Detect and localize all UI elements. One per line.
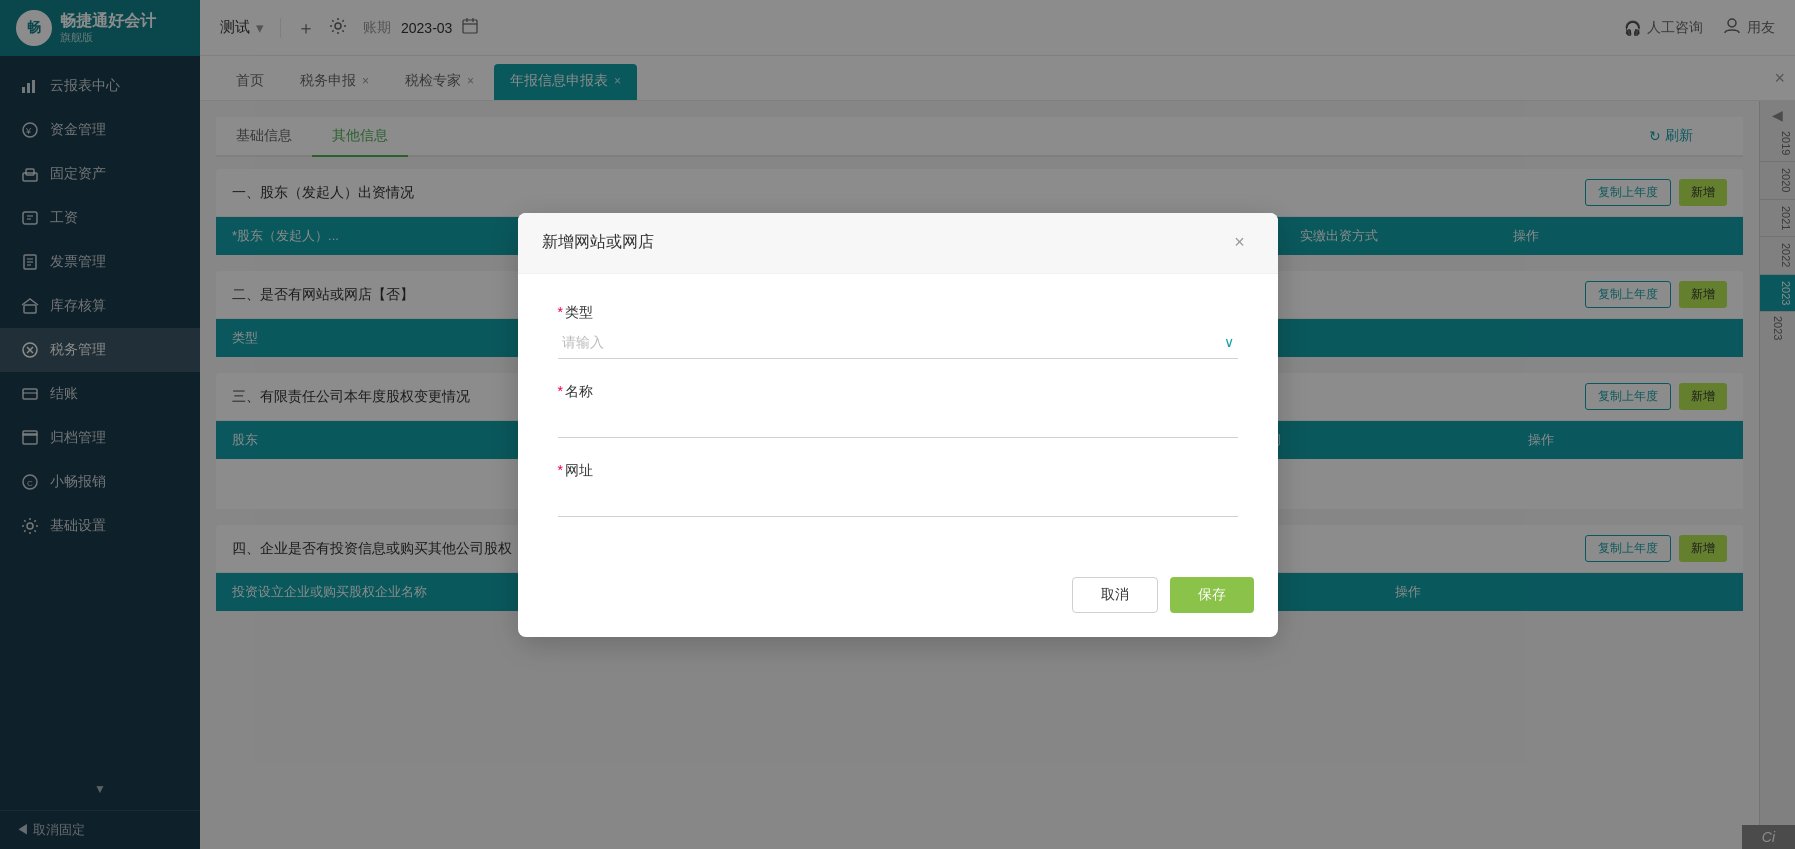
name-input[interactable] [558,405,1238,437]
modal-close-btn[interactable]: × [1226,229,1254,257]
type-input-wrap: ∨ [558,326,1238,359]
required-star: * [558,462,563,478]
save-button[interactable]: 保存 [1170,577,1254,613]
form-field-type: *类型 ∨ [558,304,1238,359]
url-input-wrap [558,484,1238,517]
add-website-modal: 新增网站或网店 × *类型 ∨ *名称 [518,213,1278,637]
required-star: * [558,304,563,320]
url-input[interactable] [558,484,1238,516]
cancel-button[interactable]: 取消 [1072,577,1158,613]
type-label: *类型 [558,304,593,322]
url-label: *网址 [558,462,593,480]
form-field-name: *名称 [558,383,1238,438]
modal-overlay: 新增网站或网店 × *类型 ∨ *名称 [0,0,1795,849]
name-label: *名称 [558,383,593,401]
required-star: * [558,383,563,399]
type-input[interactable] [558,326,1238,358]
name-input-wrap [558,405,1238,438]
modal-footer: 取消 保存 [518,561,1278,637]
modal-header: 新增网站或网店 × [518,213,1278,274]
form-field-url: *网址 [558,462,1238,517]
modal-title: 新增网站或网店 [542,232,654,253]
modal-body: *类型 ∨ *名称 [518,274,1278,561]
